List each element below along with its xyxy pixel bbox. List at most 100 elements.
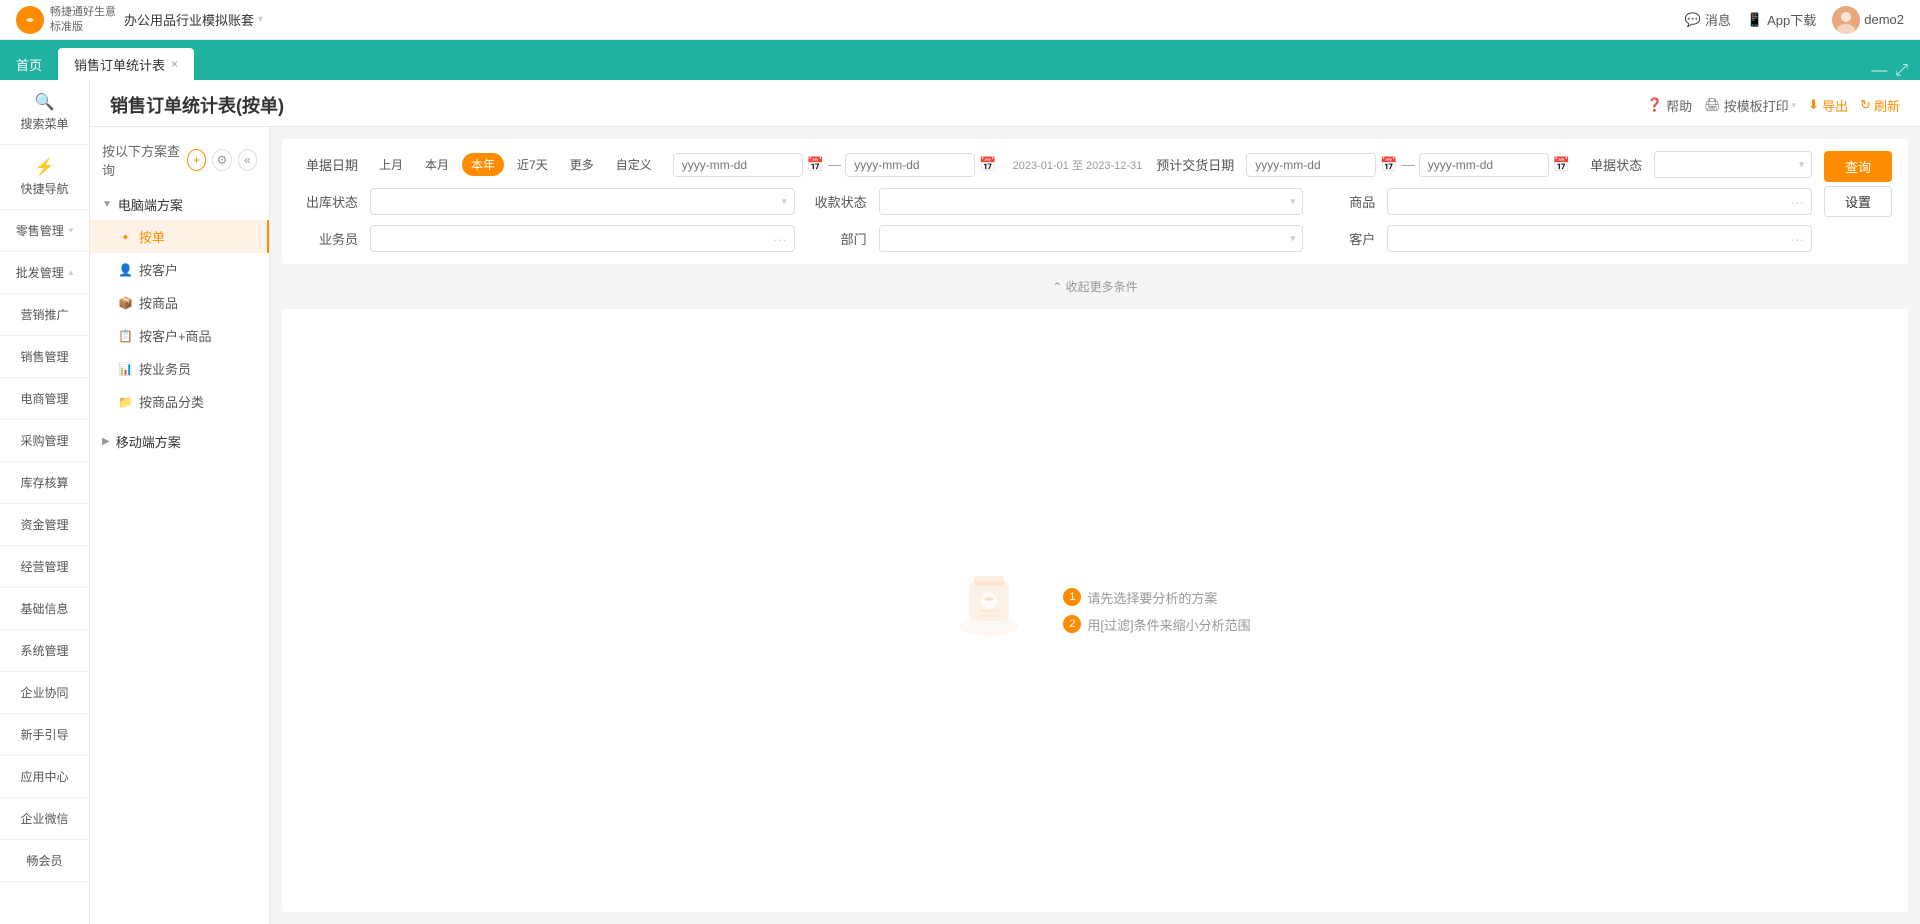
guide-label: 新手引导 xyxy=(20,726,68,743)
user-name: demo2 xyxy=(1864,12,1904,27)
sidebar-item-sales[interactable]: 销售管理 xyxy=(0,336,89,378)
sidebar-item-member[interactable]: 畅会员 xyxy=(0,840,89,882)
product-input[interactable] xyxy=(1387,188,1812,215)
filter-item-by-customer[interactable]: 👤 按客户 xyxy=(90,253,269,286)
filter-group-mobile-header[interactable]: ▶ 移动端方案 xyxy=(90,426,269,457)
sidebar-item-system[interactable]: 系统管理 xyxy=(0,630,89,672)
date-end-calendar-icon[interactable]: 📅 xyxy=(979,156,996,173)
tip-text-2: 用[过滤]条件来缩小分析范围 xyxy=(1087,615,1250,634)
help-icon: ❓ xyxy=(1647,97,1663,113)
date-start-input[interactable] xyxy=(673,153,803,177)
customer-dots-icon[interactable]: ··· xyxy=(1790,231,1804,247)
filter-panel-header: 按以下方案查询 + ⚙ « xyxy=(90,135,269,185)
sidebar-item-search[interactable]: 🔍 搜索菜单 xyxy=(0,80,89,145)
date-btn-last-month[interactable]: 上月 xyxy=(370,153,412,176)
system-label: 系统管理 xyxy=(20,642,68,659)
sidebar-item-operation[interactable]: 经营管理 xyxy=(0,546,89,588)
expected-date-end-cal-icon[interactable]: 📅 xyxy=(1553,156,1570,173)
print-btn[interactable]: 🖨 按模板打印 ▾ xyxy=(1704,96,1796,115)
tab-home[interactable]: 首页 xyxy=(0,48,58,80)
sidebar-search-label: 搜索菜单 xyxy=(20,115,68,132)
filter-item-by-cust-prod[interactable]: 📋 按客户+商品 xyxy=(90,319,269,352)
date-label: 单据日期 xyxy=(298,155,358,174)
top-bar-left: 畅捷通好生意 标准版 办公用品行业模拟账套 ▾ xyxy=(16,5,263,34)
sidebar-item-inventory[interactable]: 库存核算 xyxy=(0,462,89,504)
sidebar-item-ecommerce[interactable]: 电商管理 xyxy=(0,378,89,420)
sidebar-item-wholesale[interactable]: 批发管理 ▴ xyxy=(0,252,89,294)
expected-date-label: 预计交货日期 xyxy=(1154,155,1234,174)
app-download-label: App下载 xyxy=(1767,10,1816,29)
tab-sales-order-stat[interactable]: 销售订单统计表 × xyxy=(58,48,194,80)
date-btn-more[interactable]: 更多 xyxy=(561,153,603,176)
sidebar-item-purchase[interactable]: 采购管理 xyxy=(0,420,89,462)
expected-date-start-input[interactable] xyxy=(1246,153,1376,177)
breadcrumb[interactable]: 办公用品行业模拟账套 ▾ xyxy=(124,10,263,29)
inner-layout: 按以下方案查询 + ⚙ « ▼ 电脑端方案 🔸 按单 👤 xyxy=(90,127,1920,924)
sidebar-item-finance[interactable]: 资金管理 xyxy=(0,504,89,546)
window-minimize-btn[interactable]: — xyxy=(1871,62,1887,80)
tab-bar: 首页 销售订单统计表 × — ⤢ xyxy=(0,40,1920,80)
filter-setting-btn[interactable]: ⚙ xyxy=(212,149,231,171)
empty-tip-1: 1 请先选择要分析的方案 xyxy=(1063,588,1250,607)
sidebar-item-guide[interactable]: 新手引导 xyxy=(0,714,89,756)
wholesale-label: 批发管理 xyxy=(16,264,64,281)
expected-date-start-cal-icon[interactable]: 📅 xyxy=(1380,156,1397,173)
query-btn[interactable]: 查询 xyxy=(1824,151,1892,182)
by-customer-label: 按客户 xyxy=(139,260,178,279)
tab-sales-order-stat-label: 销售订单统计表 xyxy=(74,55,165,74)
filter-group-pc-header[interactable]: ▼ 电脑端方案 xyxy=(90,189,269,220)
sidebar-item-retail[interactable]: 零售管理 ▾ xyxy=(0,210,89,252)
refresh-btn[interactable]: ↻ 刷新 xyxy=(1860,96,1900,115)
date-start-calendar-icon[interactable]: 📅 xyxy=(807,156,824,173)
ecommerce-label: 电商管理 xyxy=(20,390,68,407)
filter-collapse-btn[interactable]: « xyxy=(238,149,257,171)
app-download-btn[interactable]: 📱 App下载 xyxy=(1747,10,1816,29)
filter-item-by-salesperson[interactable]: 📊 按业务员 xyxy=(90,352,269,385)
sidebar-item-appstore[interactable]: 应用中心 xyxy=(0,756,89,798)
date-btn-this-month[interactable]: 本月 xyxy=(416,153,458,176)
message-btn[interactable]: 💬 消息 xyxy=(1685,10,1731,29)
user-avatar-area[interactable]: demo2 xyxy=(1832,6,1904,34)
sidebar-item-wechat[interactable]: 企业微信 xyxy=(0,798,89,840)
date-btn-last7days[interactable]: 近7天 xyxy=(508,153,557,176)
payment-status-select[interactable] xyxy=(879,188,1304,215)
expected-date-end-input[interactable] xyxy=(1419,153,1549,177)
logo-icon xyxy=(16,6,44,34)
department-select[interactable] xyxy=(879,225,1304,252)
filter-item-by-product[interactable]: 📦 按商品 xyxy=(90,286,269,319)
order-status-select[interactable] xyxy=(1654,151,1812,178)
content-area: 销售订单统计表(按单) ❓ 帮助 🖨 按模板打印 ▾ ⬇ 导出 ↻ 刷新 xyxy=(90,80,1920,924)
out-status-select[interactable] xyxy=(370,188,795,215)
product-dots-icon[interactable]: ··· xyxy=(1790,194,1804,210)
setting-btn[interactable]: 设置 xyxy=(1824,186,1892,217)
filter-item-by-order[interactable]: 🔸 按单 xyxy=(90,220,269,253)
export-btn[interactable]: ⬇ 导出 xyxy=(1808,96,1848,115)
page-header-actions: ❓ 帮助 🖨 按模板打印 ▾ ⬇ 导出 ↻ 刷新 xyxy=(1647,96,1900,115)
condition-row-people: 业务员 ··· 部门 ▾ 客户 xyxy=(298,225,1812,252)
tab-close-icon[interactable]: × xyxy=(171,57,178,71)
filter-item-by-category[interactable]: 📁 按商品分类 xyxy=(90,385,269,418)
date-end-input[interactable] xyxy=(845,153,975,177)
sidebar-item-enterprise[interactable]: 企业协同 xyxy=(0,672,89,714)
department-label: 部门 xyxy=(807,229,867,248)
salesperson-input[interactable] xyxy=(370,225,795,252)
customer-input[interactable] xyxy=(1387,225,1812,252)
sidebar-item-marketing[interactable]: 营销推广 xyxy=(0,294,89,336)
collapse-row[interactable]: ⌃ 收起更多条件 xyxy=(282,272,1908,301)
filter-panel-title: 按以下方案查询 xyxy=(102,141,181,179)
sidebar-item-base[interactable]: 基础信息 xyxy=(0,588,89,630)
date-btn-custom[interactable]: 自定义 xyxy=(607,153,661,176)
main-right: 单据日期 上月 本月 本年 近7天 更多 自定义 xyxy=(270,127,1920,924)
sidebar-item-quicknav[interactable]: ⚡ 快捷导航 xyxy=(0,145,89,210)
breadcrumb-label: 办公用品行业模拟账套 xyxy=(124,10,254,29)
top-bar-right: 💬 消息 📱 App下载 demo2 xyxy=(1685,6,1904,34)
help-label: 帮助 xyxy=(1666,96,1692,115)
date-btn-this-year[interactable]: 本年 xyxy=(462,153,504,176)
filter-add-btn[interactable]: + xyxy=(187,149,206,171)
filter-group-mobile: ▶ 移动端方案 xyxy=(90,422,269,461)
salesperson-label: 业务员 xyxy=(298,229,358,248)
help-btn[interactable]: ❓ 帮助 xyxy=(1647,96,1692,115)
expected-date-input-area: 📅 — 📅 xyxy=(1246,153,1570,177)
salesperson-dots-icon[interactable]: ··· xyxy=(773,231,787,247)
window-maximize-btn[interactable]: ⤢ xyxy=(1895,62,1908,80)
